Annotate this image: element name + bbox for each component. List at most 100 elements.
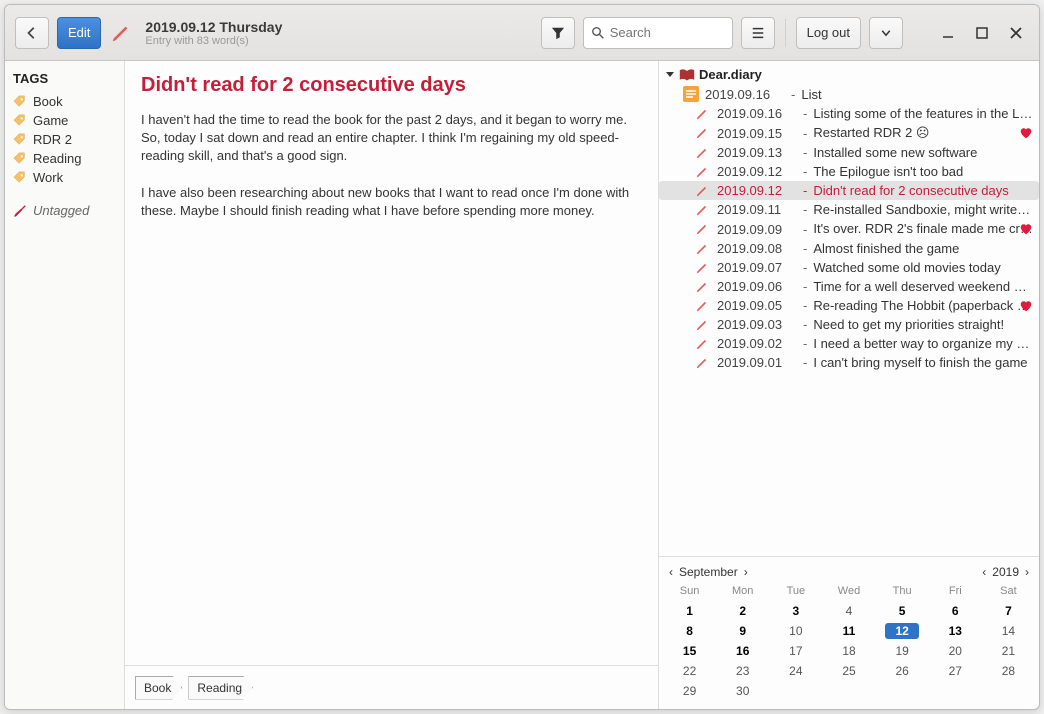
calendar-day[interactable]: 25	[822, 661, 875, 681]
calendar-day[interactable]: 8	[663, 621, 716, 641]
year-label[interactable]: 2019	[992, 565, 1019, 579]
maximize-button[interactable]	[969, 20, 995, 46]
app-window: Edit 2019.09.12 Thursday Entry with 83 w…	[4, 4, 1040, 710]
entry-title: It's over. RDR 2's finale made me cry ☹	[813, 221, 1033, 237]
calendar-day[interactable]: 5	[876, 601, 929, 621]
dow-header: Sat	[982, 581, 1035, 601]
calendar-day[interactable]: 18	[822, 641, 875, 661]
calendar-day[interactable]: 3	[769, 601, 822, 621]
dow-header: Thu	[876, 581, 929, 601]
pencil-icon	[695, 356, 711, 370]
calendar-day[interactable]: 6	[929, 601, 982, 621]
entry-row[interactable]: 2019.09.06-Time for a well deserved week…	[659, 277, 1039, 296]
entry-row[interactable]: 2019.09.07-Watched some old movies today	[659, 258, 1039, 277]
calendar-day[interactable]: 21	[982, 641, 1035, 661]
entry-title: Restarted RDR 2 ☹	[813, 125, 929, 141]
pencil-icon	[695, 318, 711, 332]
calendar-day[interactable]: 20	[929, 641, 982, 661]
menu-button[interactable]	[741, 17, 775, 49]
logout-button[interactable]: Log out	[796, 17, 861, 49]
tag-reading[interactable]: Reading	[13, 149, 116, 168]
calendar-day[interactable]: 24	[769, 661, 822, 681]
entry-row[interactable]: 2019.09.15-Restarted RDR 2 ☹	[659, 123, 1039, 143]
edit-button[interactable]: Edit	[57, 17, 101, 49]
calendar-day[interactable]: 22	[663, 661, 716, 681]
logout-dropdown[interactable]	[869, 17, 903, 49]
tag-rdr-2[interactable]: RDR 2	[13, 130, 116, 149]
year-next[interactable]: ›	[1025, 565, 1029, 579]
calendar-day[interactable]: 13	[929, 621, 982, 641]
close-button[interactable]	[1003, 20, 1029, 46]
calendar-day[interactable]: 19	[876, 641, 929, 661]
year-prev[interactable]: ‹	[982, 565, 986, 579]
entry-title: Re-reading The Hobbit (paperback version…	[813, 298, 1033, 313]
entry-row[interactable]: 2019.09.16-List	[659, 84, 1039, 104]
calendar-day[interactable]: 30	[716, 681, 769, 701]
entry-row[interactable]: 2019.09.12-The Epilogue isn't too bad	[659, 162, 1039, 181]
calendar-day[interactable]: 17	[769, 641, 822, 661]
calendar-day[interactable]: 23	[716, 661, 769, 681]
entry-title: Almost finished the game	[813, 241, 959, 256]
minimize-button[interactable]	[935, 20, 961, 46]
tag-chip-reading[interactable]: Reading	[188, 676, 253, 700]
pencil-icon	[695, 299, 711, 313]
month-next[interactable]: ›	[744, 565, 748, 579]
tag-game[interactable]: Game	[13, 111, 116, 130]
entry-row[interactable]: 2019.09.13-Installed some new software	[659, 143, 1039, 162]
month-prev[interactable]: ‹	[669, 565, 673, 579]
calendar-day[interactable]: 15	[663, 641, 716, 661]
entry-row[interactable]: 2019.09.08-Almost finished the game	[659, 239, 1039, 258]
untagged-filter[interactable]: Untagged	[13, 201, 116, 220]
search-input[interactable]	[610, 25, 724, 40]
titlebar: Edit 2019.09.12 Thursday Entry with 83 w…	[5, 5, 1039, 61]
pencil-icon	[695, 126, 711, 140]
entry-row[interactable]: 2019.09.03-Need to get my priorities str…	[659, 315, 1039, 334]
tag-chip-book[interactable]: Book	[135, 676, 182, 700]
calendar-day	[769, 681, 822, 701]
pencil-icon	[695, 107, 711, 121]
search-field[interactable]	[583, 17, 733, 49]
entry-date: 2019.09.12	[717, 183, 797, 198]
back-button[interactable]	[15, 17, 49, 49]
entry-row[interactable]: 2019.09.16-Listing some of the features …	[659, 104, 1039, 123]
entry-row[interactable]: 2019.09.02-I need a better way to organi…	[659, 334, 1039, 353]
calendar-day[interactable]: 14	[982, 621, 1035, 641]
entry-row[interactable]: 2019.09.01-I can't bring myself to finis…	[659, 353, 1039, 372]
entry-title: Watched some old movies today	[813, 260, 1000, 275]
pencil-icon	[695, 242, 711, 256]
calendar-day[interactable]: 27	[929, 661, 982, 681]
document-area[interactable]: Didn't read for 2 consecutive days I hav…	[125, 61, 658, 665]
pencil-icon	[695, 184, 711, 198]
sidebar: TAGS BookGameRDR 2ReadingWork Untagged	[5, 61, 125, 709]
calendar-day[interactable]: 4	[822, 601, 875, 621]
calendar-day[interactable]: 12	[876, 621, 929, 641]
calendar-day[interactable]: 9	[716, 621, 769, 641]
entry-title: List	[801, 87, 821, 102]
entry-date: 2019.09.06	[717, 279, 797, 294]
calendar-day[interactable]: 26	[876, 661, 929, 681]
calendar-day[interactable]: 10	[769, 621, 822, 641]
entry-row[interactable]: 2019.09.05-Re-reading The Hobbit (paperb…	[659, 296, 1039, 315]
tag-book[interactable]: Book	[13, 92, 116, 111]
calendar-day[interactable]: 7	[982, 601, 1035, 621]
diary-header[interactable]: Dear.diary	[659, 65, 1039, 84]
calendar-day[interactable]: 1	[663, 601, 716, 621]
filter-button[interactable]	[541, 17, 575, 49]
tag-bar: BookReading	[125, 665, 658, 709]
month-label[interactable]: September	[679, 565, 738, 579]
document-title: Didn't read for 2 consecutive days	[141, 71, 642, 99]
entry-row[interactable]: 2019.09.09-It's over. RDR 2's finale mad…	[659, 219, 1039, 239]
calendar-day[interactable]: 11	[822, 621, 875, 641]
pencil-icon	[695, 165, 711, 179]
entry-row[interactable]: 2019.09.11-Re-installed Sandboxie, might…	[659, 200, 1039, 219]
tag-work[interactable]: Work	[13, 168, 116, 187]
entry-date: 2019.09.16	[705, 87, 785, 102]
calendar-day[interactable]: 2	[716, 601, 769, 621]
calendar-day[interactable]: 29	[663, 681, 716, 701]
calendar-day[interactable]: 16	[716, 641, 769, 661]
calendar-day	[822, 681, 875, 701]
calendar-day[interactable]: 28	[982, 661, 1035, 681]
tag-icon	[13, 171, 27, 185]
right-panel: Dear.diary 2019.09.16-List2019.09.16-Lis…	[659, 61, 1039, 709]
entry-row[interactable]: 2019.09.12-Didn't read for 2 consecutive…	[659, 181, 1039, 200]
